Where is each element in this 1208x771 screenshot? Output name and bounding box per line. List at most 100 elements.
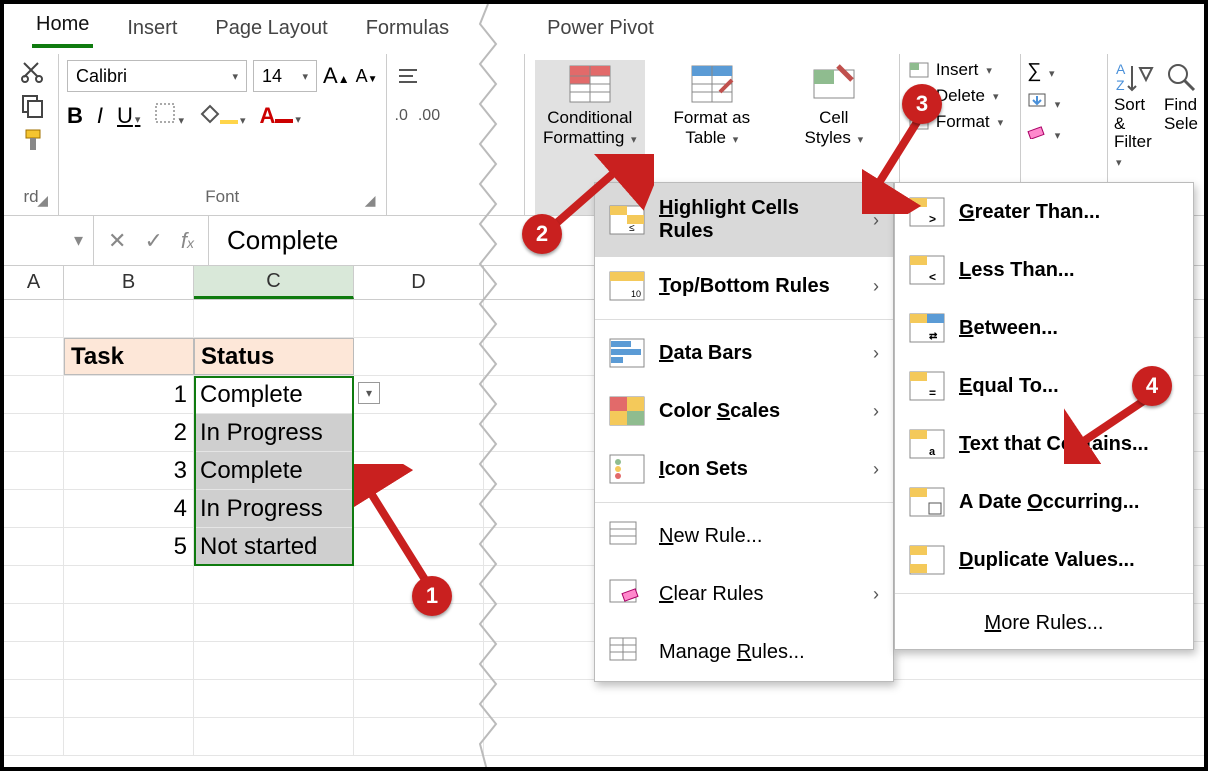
find-icon [1164,60,1198,96]
underline-button[interactable]: U▾ [117,103,140,129]
align-icons-icon [395,64,495,92]
cell-task[interactable]: 4 [64,490,194,527]
copy-button[interactable] [16,92,50,120]
font-name-dropdown[interactable]: Calibri▾ [67,60,247,92]
indent-row: .0 .00 [395,107,516,125]
sort-line1: Sort & [1114,95,1145,133]
menu-between[interactable]: ⇄ Between... [895,299,1193,357]
top-bottom-icon: 10 [609,271,645,301]
callout-4: 4 [1132,366,1172,406]
svg-text:a: a [929,446,936,458]
dialog-launcher-icon[interactable]: ◢ [365,192,376,209]
cut-button[interactable] [16,58,50,86]
cell-task[interactable]: 5 [64,528,194,565]
font-size-dropdown[interactable]: 14▾ [253,60,317,92]
col-A[interactable]: A [4,266,64,299]
col-C[interactable]: C [194,266,354,299]
autosum-button[interactable]: ∑ ▾ [1027,60,1101,83]
insert-button[interactable]: Insert ▾ [908,60,1012,80]
styles-line2: Styles [805,128,851,147]
cf-label-line1: Conditional [547,108,632,127]
borders-button[interactable]: ▾ [154,102,184,130]
group-clipboard: rd ◢ [4,54,59,215]
data-bars-icon [609,338,645,368]
menu-top-bottom-rules[interactable]: 10 Top/Bottom Rules› [595,257,893,315]
conditional-formatting-icon [568,64,612,104]
cell-B-header[interactable]: Task [64,338,194,375]
color-scales-icon [609,396,645,426]
scissors-icon [20,59,46,85]
formula-controls: ✕ ✓ fx [94,216,209,265]
data-validation-dropdown[interactable]: ▾ [358,382,380,404]
cell-task[interactable]: 3 [64,452,194,489]
cell-status[interactable]: Complete [194,376,354,413]
formula-value[interactable]: Complete [209,225,338,256]
decrease-font-button[interactable]: A▼ [356,66,378,87]
tab-insert[interactable]: Insert [123,15,181,48]
cell-status[interactable]: In Progress [194,490,354,527]
new-rule-icon [609,521,645,551]
cell-status[interactable]: In Progress [194,414,354,451]
svg-text:>: > [929,212,936,226]
fat-line2: Table [685,128,726,147]
increase-decimal-button[interactable]: .00 [418,107,440,125]
menu-data-bars[interactable]: Data Bars› [595,324,893,382]
col-B[interactable]: B [64,266,194,299]
callout-3: 3 [902,84,942,124]
border-icon [154,102,176,124]
name-box[interactable]: ▾ [4,216,94,265]
clear-button[interactable]: ▾ [1027,122,1101,145]
equal-to-icon: = [909,371,945,401]
cell-task[interactable]: 1 [64,376,194,413]
fill-color-button[interactable]: ▾ [198,102,246,130]
increase-font-button[interactable]: A▲ [323,63,350,89]
group-label-clipboard: rd ◢ [12,183,50,215]
tab-power-pivot[interactable]: Power Pivot [543,15,658,48]
enter-formula-button[interactable]: ✓ [144,228,162,254]
callout-1: 1 [412,576,452,616]
less-than-icon: < [909,255,945,285]
cell-status[interactable]: Complete [194,452,354,489]
format-painter-button[interactable] [16,126,50,154]
sort-filter-icon: AZ [1114,60,1154,96]
cancel-formula-button[interactable]: ✕ [108,228,126,254]
svg-text:=: = [929,386,936,400]
callout-2: 2 [522,214,562,254]
tab-formulas[interactable]: Formulas [362,15,453,48]
svg-text:10: 10 [631,289,641,299]
col-D[interactable]: D [354,266,484,299]
menu-icon-sets[interactable]: Icon Sets› [595,440,893,498]
sort-line2: Filter [1114,132,1152,151]
find-line2: Sele [1164,114,1198,133]
bold-button[interactable]: B [67,103,83,129]
cell-task[interactable]: 2 [64,414,194,451]
cell-status[interactable]: Not started [194,528,354,565]
manage-rules-icon [609,637,645,667]
menu-clear-rules[interactable]: Clear Rules› [595,565,893,623]
fill-button[interactable]: ▾ [1027,91,1101,114]
duplicate-icon [909,545,945,575]
menu-new-rule[interactable]: New Rule... [595,507,893,565]
menu-more-rules[interactable]: More Rules... [895,598,1193,649]
decrease-decimal-button[interactable]: .0 [395,107,408,125]
dialog-launcher-icon[interactable]: ◢ [37,192,48,209]
fx-button[interactable]: fx [181,228,194,254]
menu-duplicate-values[interactable]: Duplicate Values... [895,531,1193,589]
tab-page-layout[interactable]: Page Layout [211,15,331,48]
font-name-value: Calibri [76,66,127,87]
app-frame: Home Insert Page Layout Formulas Power P… [0,0,1208,771]
menu-color-scales[interactable]: Color Scales› [595,382,893,440]
text-contains-icon: a [909,429,945,459]
copy-icon [20,93,46,119]
menu-date-occurring[interactable]: A Date Occurring... [895,473,1193,531]
menu-less-than[interactable]: < Less Than... [895,241,1193,299]
cf-label-line2: Formatting [543,128,624,147]
menu-manage-rules[interactable]: Manage Rules... [595,623,893,681]
tab-home[interactable]: Home [32,11,93,48]
italic-button[interactable]: I [97,103,103,129]
cell-C-header[interactable]: Status [194,338,354,375]
svg-text:<: < [929,270,936,284]
font-color-button[interactable]: A▾ [260,103,301,129]
ribbon-tabs: Home Insert Page Layout Formulas Power P… [4,4,1204,48]
arrow-3 [862,114,942,214]
